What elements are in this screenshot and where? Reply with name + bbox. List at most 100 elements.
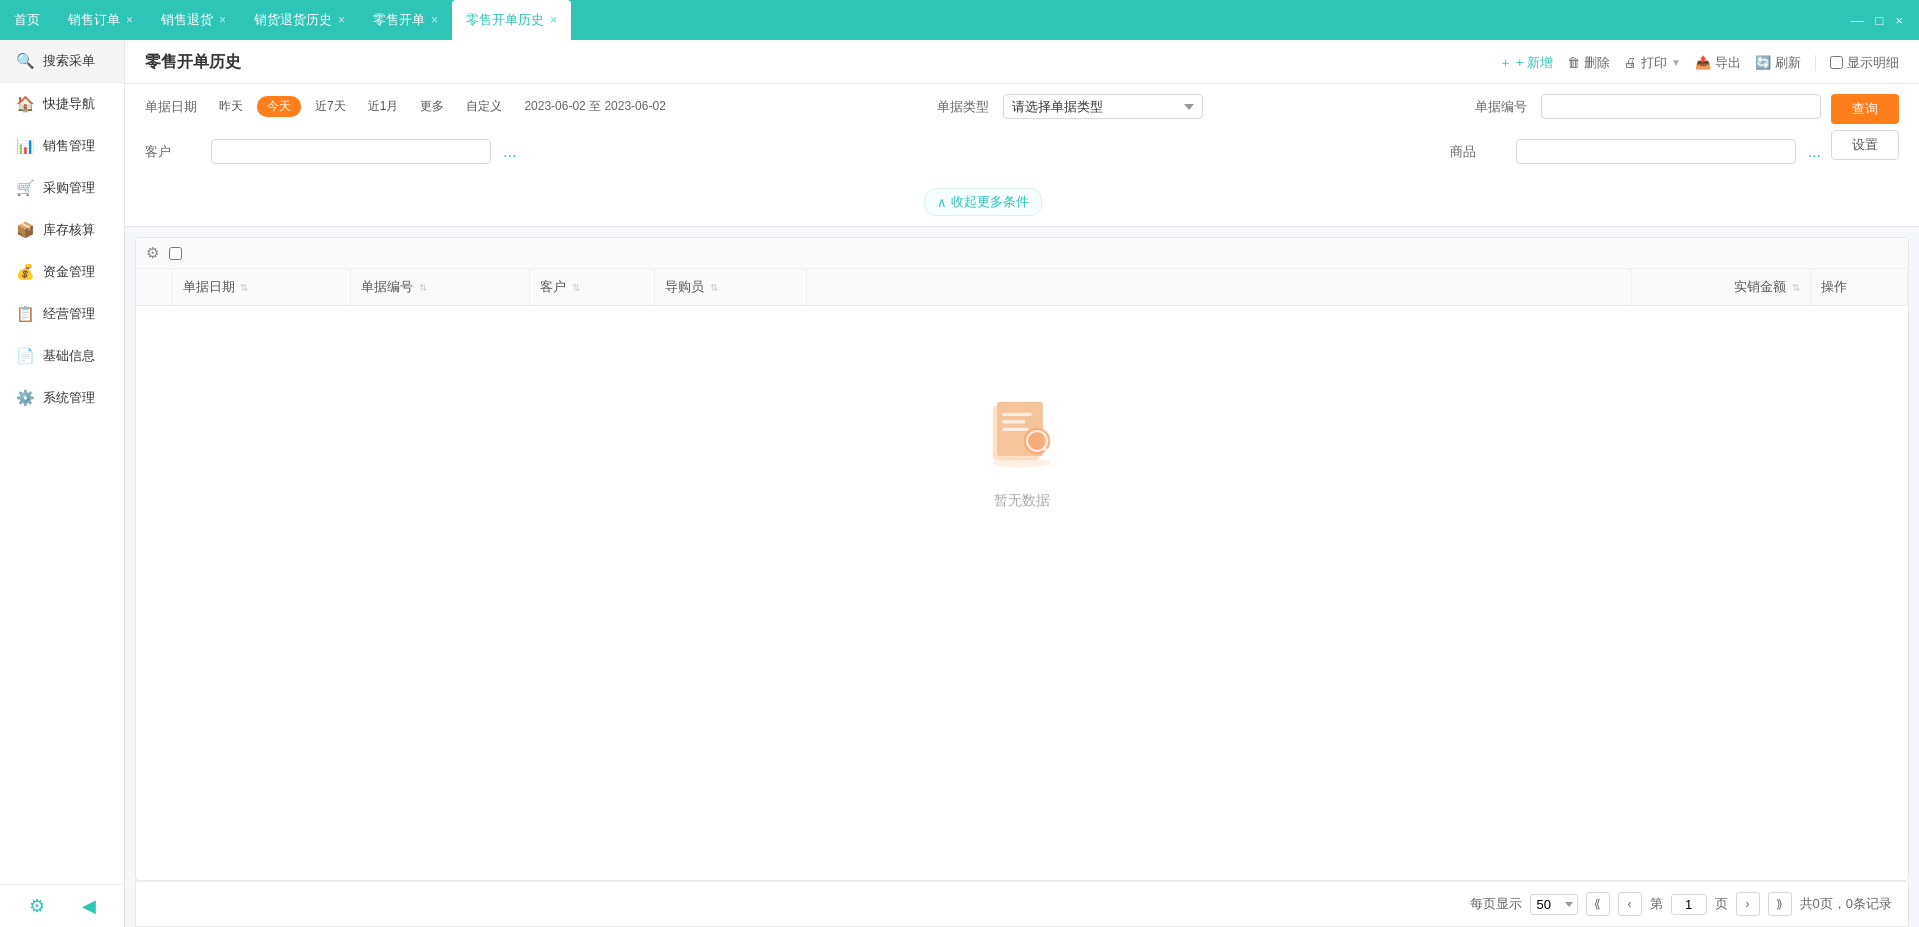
date-label: 单据日期 (145, 98, 201, 116)
tab-sales-return-history[interactable]: 销货退货历史 × (240, 0, 359, 40)
col-date[interactable]: 单据日期 ⇅ (172, 269, 351, 306)
filter-row-2: 客户 ... 商品 ... (145, 139, 1821, 164)
next-page-button[interactable]: › (1736, 892, 1760, 916)
sidebar-item-search[interactable]: 🔍 搜索采单 (0, 40, 124, 83)
col-amount[interactable]: 实销金额 ⇅ (1632, 269, 1811, 306)
date-btn-month[interactable]: 近1月 (360, 96, 407, 117)
money-icon: 💰 (16, 263, 35, 281)
col-date-label: 单据日期 (183, 279, 235, 294)
add-button[interactable]: ＋ + 新增 (1499, 54, 1553, 72)
close-tab-sales-return[interactable]: × (219, 13, 226, 27)
col-customer[interactable]: 客户 ⇅ (529, 269, 654, 306)
sidebar-item-purchase-label: 采购管理 (43, 179, 95, 197)
type-label: 单据类型 (937, 98, 993, 116)
sidebar-item-system[interactable]: ⚙️ 系统管理 (0, 377, 124, 419)
prev-page-button[interactable]: ‹ (1618, 892, 1642, 916)
sidebar-item-sales[interactable]: 📊 销售管理 (0, 125, 124, 167)
customer-dots[interactable]: ... (503, 143, 516, 161)
close-tab-retail-history[interactable]: × (550, 13, 557, 27)
sidebar-item-purchase[interactable]: 🛒 采购管理 (0, 167, 124, 209)
query-button[interactable]: 查询 (1831, 94, 1899, 124)
sidebar-item-finance[interactable]: 💰 资金管理 (0, 251, 124, 293)
tab-sales-order[interactable]: 销售订单 × (54, 0, 147, 40)
collapse-label: 收起更多条件 (951, 193, 1029, 211)
delete-button[interactable]: 🗑 删除 (1567, 54, 1610, 72)
tab-sales-return-label: 销售退货 (161, 11, 213, 29)
tab-sales-return-history-label: 销货退货历史 (254, 11, 332, 29)
page-label: 第 (1650, 895, 1663, 913)
customer-input[interactable] (211, 139, 491, 164)
filter-rows-wrap: 单据日期 昨天 今天 近7天 近1月 更多 自定义 2023-06-02 至 2… (145, 94, 1899, 216)
per-page-select[interactable]: 50 10 20 100 (1530, 894, 1578, 915)
sidebar-collapse-icon[interactable]: ◀ (82, 895, 96, 917)
export-icon: 📤 (1695, 55, 1711, 70)
date-btn-custom[interactable]: 自定义 (458, 96, 510, 117)
col-checkbox (136, 269, 172, 306)
sidebar-item-inventory-label: 库存核算 (43, 221, 95, 239)
data-table: 单据日期 ⇅ 单据编号 ⇅ 客户 ⇅ 导购员 ⇅ (136, 269, 1908, 590)
date-btn-more[interactable]: 更多 (412, 96, 452, 117)
sidebar-item-basic[interactable]: 📄 基础信息 (0, 335, 124, 377)
goods-dots[interactable]: ... (1808, 143, 1821, 161)
delete-label: 删除 (1584, 54, 1610, 72)
col-salesperson-label: 导购员 (665, 279, 704, 294)
add-icon: ＋ (1499, 54, 1512, 72)
last-page-button[interactable]: ⟫ (1768, 892, 1792, 916)
col-number[interactable]: 单据编号 ⇅ (351, 269, 530, 306)
print-button[interactable]: 🖨 打印 ▼ (1624, 54, 1681, 72)
sidebar-item-inventory[interactable]: 📦 库存核算 (0, 209, 124, 251)
page-suffix: 页 (1715, 895, 1728, 913)
sidebar-item-finance-label: 资金管理 (43, 263, 95, 281)
close-window-button[interactable]: × (1895, 13, 1903, 28)
display-detail-label: 显示明细 (1847, 54, 1899, 72)
refresh-icon: 🔄 (1755, 55, 1771, 70)
date-range-display: 2023-06-02 至 2023-06-02 (524, 98, 665, 115)
maximize-button[interactable]: □ (1876, 13, 1884, 28)
sidebar: 🔍 搜索采单 🏠 快捷导航 📊 销售管理 🛒 采购管理 📦 库存核算 💰 资金管… (0, 40, 125, 927)
empty-illustration (972, 386, 1072, 476)
date-btn-today[interactable]: 今天 (257, 96, 301, 117)
select-all-checkbox[interactable] (169, 247, 182, 260)
date-btn-yesterday[interactable]: 昨天 (211, 96, 251, 117)
tab-home-label: 首页 (14, 11, 40, 29)
top-right-controls: — □ × (1851, 13, 1919, 28)
display-detail-checkbox[interactable] (1830, 56, 1843, 69)
export-button[interactable]: 📤 导出 (1695, 54, 1741, 72)
tab-retail-history[interactable]: 零售开单历史 × (452, 0, 571, 40)
table-settings-icon[interactable]: ⚙ (146, 244, 159, 262)
print-dropdown-icon: ▼ (1671, 57, 1681, 68)
sidebar-item-operations[interactable]: 📋 经营管理 (0, 293, 124, 335)
close-tab-sales-order[interactable]: × (126, 13, 133, 27)
sidebar-item-operations-label: 经营管理 (43, 305, 95, 323)
col-spacer (806, 269, 1631, 306)
page-number-input[interactable] (1671, 894, 1707, 915)
number-input[interactable] (1541, 94, 1821, 119)
filter-actions: 查询 设置 (1831, 94, 1899, 160)
tab-sales-return[interactable]: 销售退货 × (147, 0, 240, 40)
col-number-label: 单据编号 (361, 279, 413, 294)
tab-home[interactable]: 首页 (0, 0, 54, 40)
sidebar-item-quick-nav-label: 快捷导航 (43, 95, 95, 113)
empty-text: 暂无数据 (994, 492, 1050, 510)
date-btn-7days[interactable]: 近7天 (307, 96, 354, 117)
sidebar-item-sales-label: 销售管理 (43, 137, 95, 155)
close-tab-retail-open[interactable]: × (431, 13, 438, 27)
refresh-button[interactable]: 🔄 刷新 (1755, 54, 1801, 72)
goods-input[interactable] (1516, 139, 1796, 164)
filter-columns: 单据日期 昨天 今天 近7天 近1月 更多 自定义 2023-06-02 至 2… (145, 94, 1821, 216)
col-customer-label: 客户 (540, 279, 566, 294)
collapse-button[interactable]: ∧ 收起更多条件 (924, 188, 1042, 216)
box-icon: 📦 (16, 221, 35, 239)
type-select[interactable]: 请选择单据类型 (1003, 94, 1203, 119)
first-page-button[interactable]: ⟪ (1586, 892, 1610, 916)
main-layout: 🔍 搜索采单 🏠 快捷导航 📊 销售管理 🛒 采购管理 📦 库存核算 💰 资金管… (0, 40, 1919, 927)
minimize-button[interactable]: — (1851, 13, 1864, 28)
toolbar: ＋ + 新增 🗑 删除 🖨 打印 ▼ 📤 导出 (1499, 54, 1899, 72)
sidebar-settings-icon[interactable]: ⚙ (29, 895, 45, 917)
col-salesperson[interactable]: 导购员 ⇅ (655, 269, 807, 306)
col-customer-sort: ⇅ (572, 282, 580, 293)
close-tab-sales-return-history[interactable]: × (338, 13, 345, 27)
sidebar-item-quick-nav[interactable]: 🏠 快捷导航 (0, 83, 124, 125)
setting-button[interactable]: 设置 (1831, 130, 1899, 160)
tab-retail-open[interactable]: 零售开单 × (359, 0, 452, 40)
